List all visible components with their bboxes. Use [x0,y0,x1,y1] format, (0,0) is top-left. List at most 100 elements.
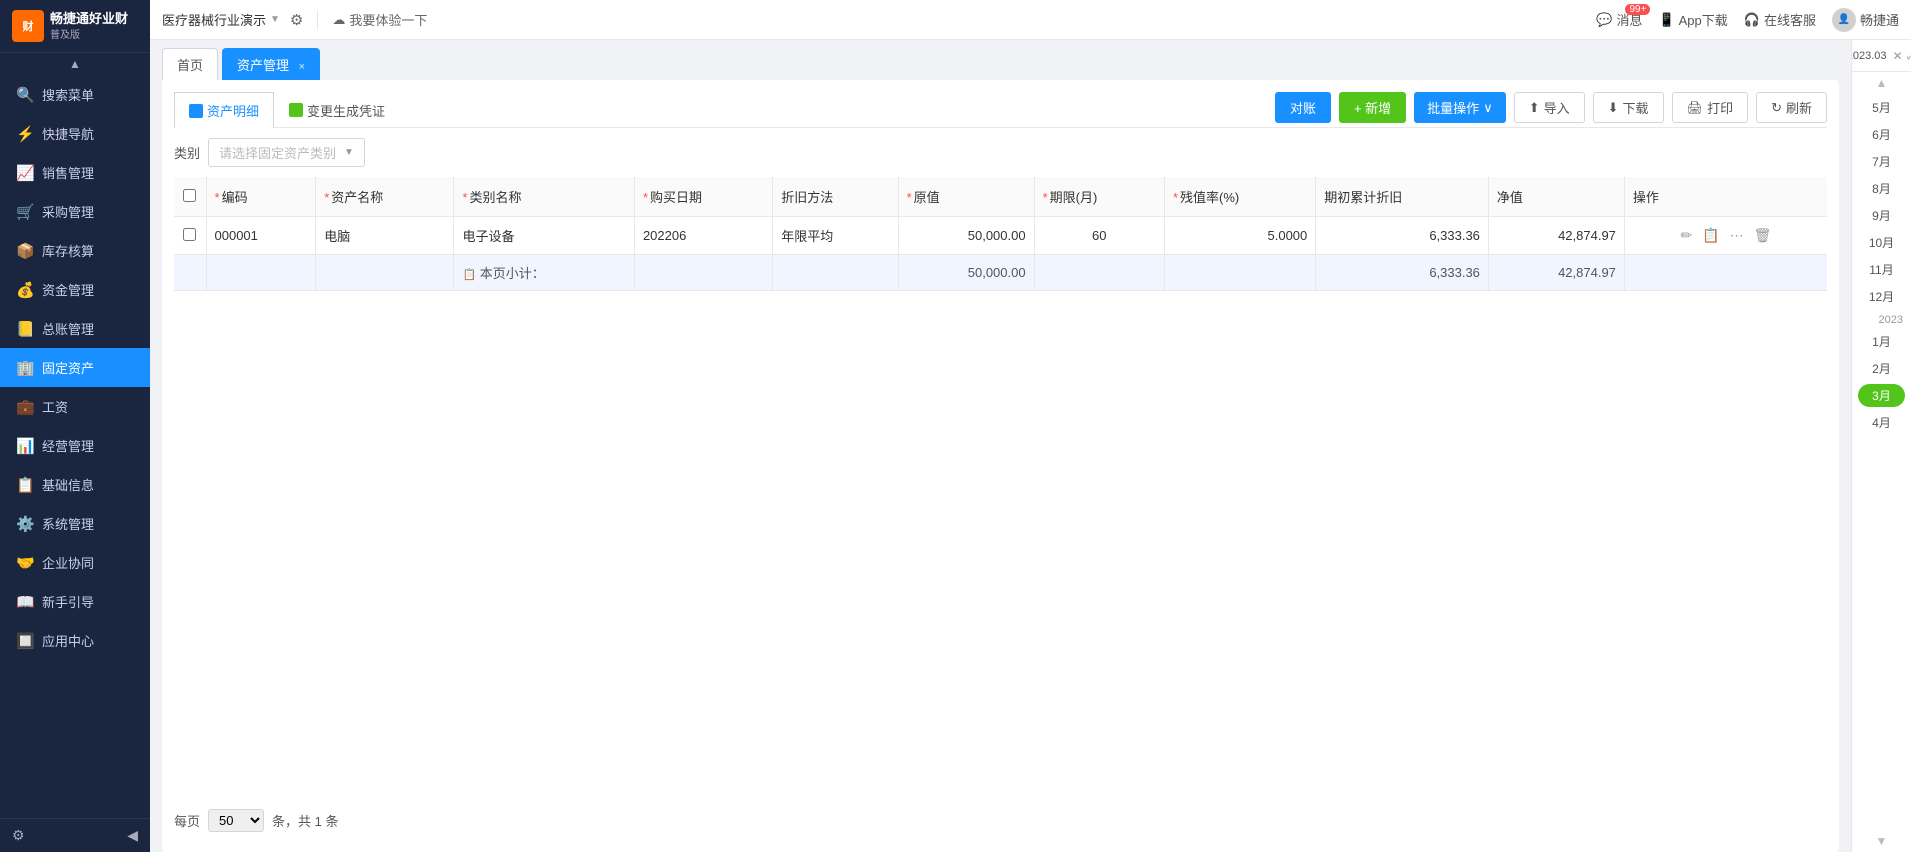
sidebar-item-sales[interactable]: 📈销售管理 [0,153,150,192]
account-label: 对账 [1290,98,1316,117]
nav-label-purchase: 采购管理 [42,202,94,221]
sub-tab-asset-detail[interactable]: 资产明细 [174,92,274,128]
refresh-btn[interactable]: ↻ 刷新 [1756,92,1827,123]
timeline-month[interactable]: 2月 [1852,355,1911,382]
topbar-divider [317,10,318,30]
table-header-row: *编码 *资产名称 *类别名称 *购买日期 折旧方法 *原值 *期限(月) *残… [174,177,1827,217]
logo-icon: 财 [12,10,44,42]
app-title: 畅捷通好业财 [50,11,128,27]
topbar-gear-icon[interactable]: ⚙ [290,11,303,29]
category-filter-value: 请选择固定资产类别 [219,143,336,162]
timeline-month[interactable]: 7月 [1852,148,1911,175]
th-original-value: *原值 [898,177,1034,217]
timeline-scroll-up-btn[interactable]: ▲ [1852,72,1911,94]
timeline-month[interactable]: 11月 [1852,256,1911,283]
timeline-month[interactable]: 1月 [1852,328,1911,355]
sidebar-item-app-center[interactable]: 🔲应用中心 [0,621,150,660]
cloud-icon: ☁ [332,12,345,28]
timeline-month[interactable]: 6月 [1852,121,1911,148]
import-label: 导入 [1544,98,1570,117]
sidebar-item-quick-nav[interactable]: ⚡快捷导航 [0,114,150,153]
sub-tabs: 资产明细 变更生成凭证 对账 + 新增 [174,92,1827,128]
timeline-month[interactable]: 4月 [1852,409,1911,436]
company-selector[interactable]: 医疗器械行业演示 ▼ [162,10,280,29]
user-menu[interactable]: 👤 畅捷通 [1832,8,1899,32]
sidebar-item-payroll[interactable]: 💼工资 [0,387,150,426]
avatar: 👤 [1832,8,1856,32]
timeline-panel: 2023.03 ✕ ⤢ ▲ 5月6月7月8月9月10月11月12月20231月2… [1851,40,1911,852]
download-btn[interactable]: ⬇ 下载 [1593,92,1664,123]
experience-label: 我要体验一下 [349,10,427,29]
nav-label-fund: 资金管理 [42,280,94,299]
account-btn[interactable]: 对账 [1275,92,1331,123]
nav-icon-fund: 💰 [16,281,34,299]
timeline-month[interactable]: 5月 [1852,94,1911,121]
print-btn[interactable]: 🖨 打印 [1672,92,1749,123]
timeline-scroll-down-btn[interactable]: ▼ [1852,830,1911,852]
new-btn[interactable]: + 新增 [1339,92,1406,123]
nav-label-search: 搜索菜单 [42,85,94,104]
timeline-close-btn[interactable]: ✕ [1893,49,1903,63]
sidebar-item-guide[interactable]: 📖新手引导 [0,582,150,621]
sidebar-item-purchase[interactable]: 🛒采购管理 [0,192,150,231]
category-filter-arrow-icon: ▼ [344,147,354,158]
category-filter-select[interactable]: 请选择固定资产类别 ▼ [208,138,365,167]
message-badge: 99+ [1625,4,1650,15]
timeline-month[interactable]: 12月 [1852,283,1911,310]
company-arrow-icon: ▼ [270,14,280,25]
timeline-month[interactable]: 10月 [1852,229,1911,256]
tab-asset-mgmt[interactable]: 资产管理 × [222,48,320,80]
sidebar-item-basic-info[interactable]: 📋基础信息 [0,465,150,504]
sub-tab-asset-detail-label: 资产明细 [207,101,259,120]
sidebar-item-fixed-asset[interactable]: 🏢固定资产 [0,348,150,387]
content-area: 首页 资产管理 × 资产明细 变更生成凭证 [150,40,1911,852]
sidebar-item-system[interactable]: ⚙️系统管理 [0,504,150,543]
sidebar-collapse-btn[interactable]: ◀ [127,827,138,844]
row-accumulated-depreciation: 6,333.36 [1316,217,1489,255]
category-filter-label: 类别 [174,143,200,162]
sidebar-settings-btn[interactable]: ⚙ [12,827,25,844]
row-net-value: 42,874.97 [1488,217,1624,255]
sidebar-item-operation[interactable]: 📊经营管理 [0,426,150,465]
nav-label-system: 系统管理 [42,514,94,533]
nav-icon-sales: 📈 [16,164,34,182]
delete-btn[interactable]: 🗑 [1752,225,1774,246]
asset-detail-icon [189,104,203,118]
sidebar-item-search[interactable]: 🔍 搜索菜单 [0,75,150,114]
timeline-month[interactable]: 8月 [1852,175,1911,202]
nav-label-guide: 新手引导 [42,592,94,611]
select-all-checkbox[interactable] [183,189,196,202]
tab-close-icon[interactable]: × [299,61,305,73]
sidebar-item-ledger[interactable]: 📒总账管理 [0,309,150,348]
sidebar-item-inventory[interactable]: 📦库存核算 [0,231,150,270]
tab-home[interactable]: 首页 [162,48,218,80]
nav-label-operation: 经营管理 [42,436,94,455]
import-btn[interactable]: ⬆ 导入 [1514,92,1585,123]
asset-table: *编码 *资产名称 *类别名称 *购买日期 折旧方法 *原值 *期限(月) *残… [174,177,1827,291]
sidebar-item-enterprise[interactable]: 🤝企业协同 [0,543,150,582]
timeline-expand-btn[interactable]: ⤢ [1907,48,1911,63]
per-page-select[interactable]: 102050100 [208,809,264,832]
batch-btn[interactable]: 批量操作 ∨ [1414,92,1506,123]
row-checkbox[interactable] [183,228,196,241]
tab-asset-mgmt-label: 资产管理 [237,58,289,73]
app-download-label: App下载 [1679,10,1728,29]
timeline-month[interactable]: 9月 [1852,202,1911,229]
nav-icon-search: 🔍 [16,86,34,104]
timeline-header: 2023.03 ✕ ⤢ [1852,40,1911,72]
total-text: 条，共 1 条 [272,811,338,830]
nav-icon-enterprise: 🤝 [16,554,34,572]
copy-btn[interactable]: 📋 [1700,225,1721,246]
experience-btn[interactable]: ☁ 我要体验一下 [332,10,427,29]
app-download-btn[interactable]: 📱 App下载 [1658,10,1727,29]
customer-service-btn[interactable]: 🎧 在线客服 [1744,10,1816,29]
more-btn[interactable]: ⋯ [1728,225,1746,246]
sub-tab-change-voucher[interactable]: 变更生成凭证 [274,92,400,127]
headset-icon: 🎧 [1744,12,1760,28]
edit-btn[interactable]: ✏ [1678,225,1694,246]
message-btn[interactable]: 💬 消息 99+ [1596,10,1642,29]
sidebar-item-fund[interactable]: 💰 资金管理 [0,270,150,309]
sidebar-nav: 🔍 搜索菜单 ⚡快捷导航📈销售管理🛒采购管理📦库存核算 💰 资金管理 📒总账管理🏢固定资产… [0,75,150,818]
sidebar-scroll-up[interactable]: ▲ [0,53,150,75]
timeline-month[interactable]: 3月 [1858,384,1905,407]
